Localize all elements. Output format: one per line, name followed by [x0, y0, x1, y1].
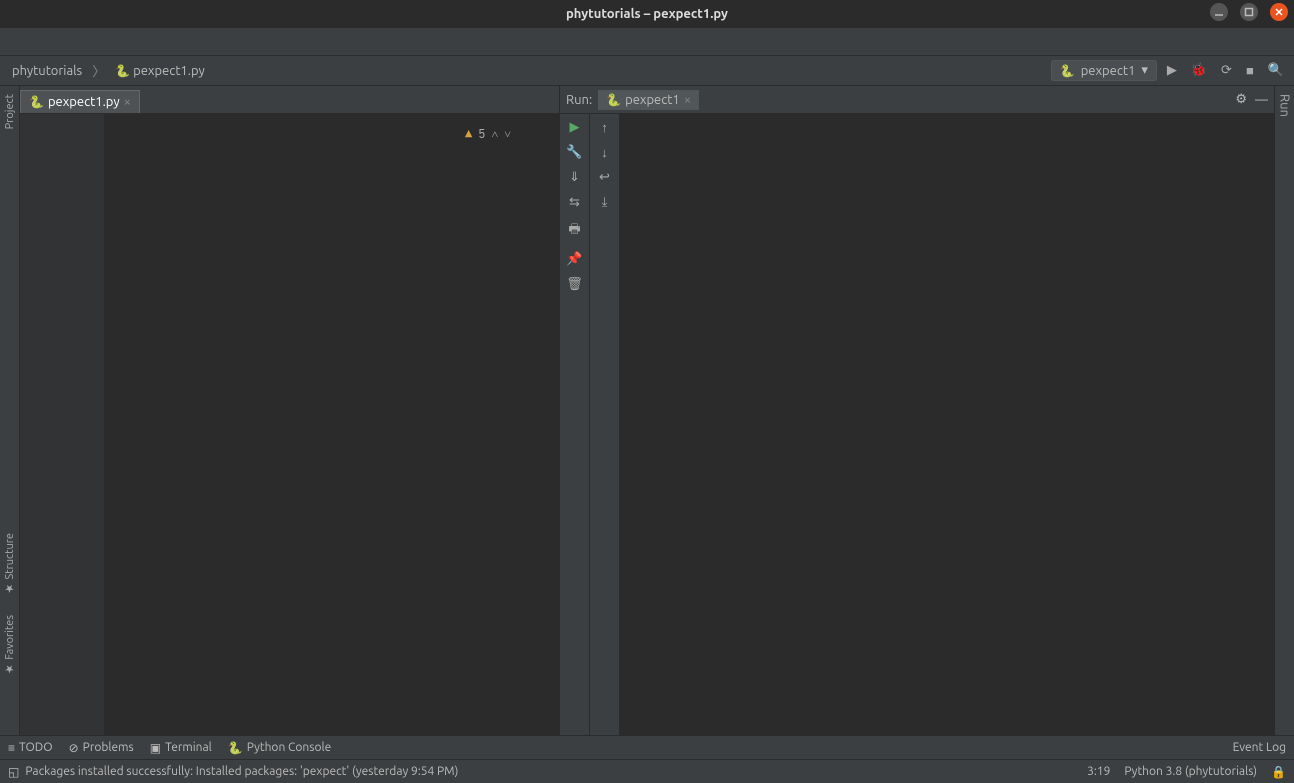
left-tool-strip: Project ★ Structure ★ Favorites — [0, 86, 20, 735]
line-number-gutter — [20, 114, 90, 735]
soft-wrap-icon[interactable]: ↩ — [599, 170, 610, 185]
down-arrow-icon[interactable]: ↓ — [601, 145, 608, 160]
trash-icon[interactable]: 🗑 — [566, 277, 583, 292]
run-tab-name: pexpect1 — [625, 93, 680, 107]
minimize-button[interactable] — [1210, 3, 1228, 21]
editor-pane: pexpect1.py × ▲ 5 ˄ ˅ — [20, 86, 560, 735]
window-title: phytutorials – pexpect1.py — [566, 7, 728, 21]
breadcrumb-root[interactable]: phytutorials — [6, 62, 88, 80]
run-tab[interactable]: pexpect1 × — [598, 90, 699, 110]
problems-tool-button[interactable]: ⊘ Problems — [69, 741, 134, 755]
status-message: Packages installed successfully: Install… — [25, 765, 458, 778]
run-strip-button[interactable]: Run — [1278, 90, 1292, 121]
run-tool-window: Run: pexpect1 × ⚙ — ▶ — [560, 86, 1274, 735]
status-bar: ◱ Packages installed successfully: Insta… — [0, 759, 1294, 783]
maximize-button[interactable] — [1240, 3, 1258, 21]
run-button[interactable]: ▶ — [1163, 61, 1181, 80]
run-config-selector[interactable]: pexpect1 ▾ — [1051, 60, 1157, 81]
console-output[interactable] — [620, 114, 1274, 735]
python-icon — [606, 93, 621, 107]
titlebar: phytutorials – pexpect1.py — [0, 0, 1294, 28]
nav-row: phytutorials 〉 pexpect1.py pexpect1 ▾ ▶ … — [0, 56, 1294, 86]
run-tool-label: Run: — [566, 93, 592, 107]
print-icon[interactable]: 🖶 — [568, 220, 580, 242]
up-arrow-icon[interactable]: ↑ — [601, 120, 608, 135]
caret-position[interactable]: 3:19 — [1087, 765, 1110, 778]
editor-tab[interactable]: pexpect1.py × — [20, 90, 140, 113]
code-area[interactable] — [104, 114, 559, 735]
editor-tabs: pexpect1.py × — [20, 86, 559, 114]
tool-windows-icon[interactable]: ◱ — [8, 765, 19, 779]
scroll-end-icon[interactable]: ⤓ — [602, 195, 608, 210]
close-button[interactable] — [1270, 3, 1288, 21]
layout-icon[interactable]: ⇆ — [569, 195, 580, 210]
fold-gutter[interactable] — [90, 114, 104, 735]
event-log-button[interactable]: Event Log — [1229, 741, 1286, 754]
bottom-tool-strip: ≡ TODO ⊘ Problems ▣ Terminal Python Cons… — [0, 735, 1294, 759]
pin-icon[interactable]: 📌 — [566, 252, 582, 267]
search-everywhere-button[interactable]: 🔍 — [1264, 61, 1288, 80]
breadcrumb-file[interactable]: pexpect1.py — [109, 62, 211, 80]
editor-body[interactable]: ▲ 5 ˄ ˅ — [20, 114, 559, 735]
rerun-button[interactable]: ▶ — [570, 120, 580, 135]
run-with-coverage-button[interactable]: ⟳ — [1217, 61, 1236, 80]
project-tool-button[interactable]: Project — [4, 90, 16, 133]
todo-tool-button[interactable]: ≡ TODO — [8, 741, 53, 755]
python-file-icon — [29, 95, 44, 109]
python-icon — [1060, 64, 1075, 78]
python-file-icon — [115, 64, 130, 78]
favorites-tool-button[interactable]: ★ Favorites — [3, 611, 16, 679]
breadcrumb: phytutorials 〉 pexpect1.py — [6, 61, 211, 80]
run-toolbar-secondary: ↑ ↓ ↩ ⤓ — [590, 114, 620, 735]
run-toolbar-primary: ▶ 🔧 ⇓ ⇆ 🖶 📌 🗑 — [560, 114, 590, 735]
chevron-right-icon: 〉 — [92, 61, 105, 80]
settings-icon[interactable]: ⚙ — [1235, 92, 1247, 107]
lock-icon[interactable]: 🔒 — [1271, 765, 1286, 779]
stop-button[interactable]: ■ — [1242, 61, 1258, 80]
down-icon[interactable]: ⇓ — [569, 170, 580, 185]
right-tool-strip: Run — [1274, 86, 1294, 735]
python-console-tool-button[interactable]: Python Console — [228, 741, 331, 755]
debug-button[interactable]: 🐞 — [1187, 61, 1211, 80]
run-config-name: pexpect1 — [1081, 64, 1136, 78]
interpreter-selector[interactable]: Python 3.8 (phytutorials) — [1124, 765, 1257, 778]
terminal-tool-button[interactable]: ▣ Terminal — [150, 741, 212, 755]
chevron-down-icon: ▾ — [1141, 63, 1148, 78]
close-tab-icon[interactable]: × — [124, 95, 131, 109]
minimize-tool-icon[interactable]: — — [1255, 93, 1268, 107]
structure-tool-button[interactable]: ★ Structure — [3, 529, 16, 599]
close-tab-icon[interactable]: × — [684, 93, 691, 107]
wrench-icon[interactable]: 🔧 — [566, 145, 582, 160]
editor-tab-label: pexpect1.py — [48, 95, 120, 109]
menubar — [0, 28, 1294, 56]
